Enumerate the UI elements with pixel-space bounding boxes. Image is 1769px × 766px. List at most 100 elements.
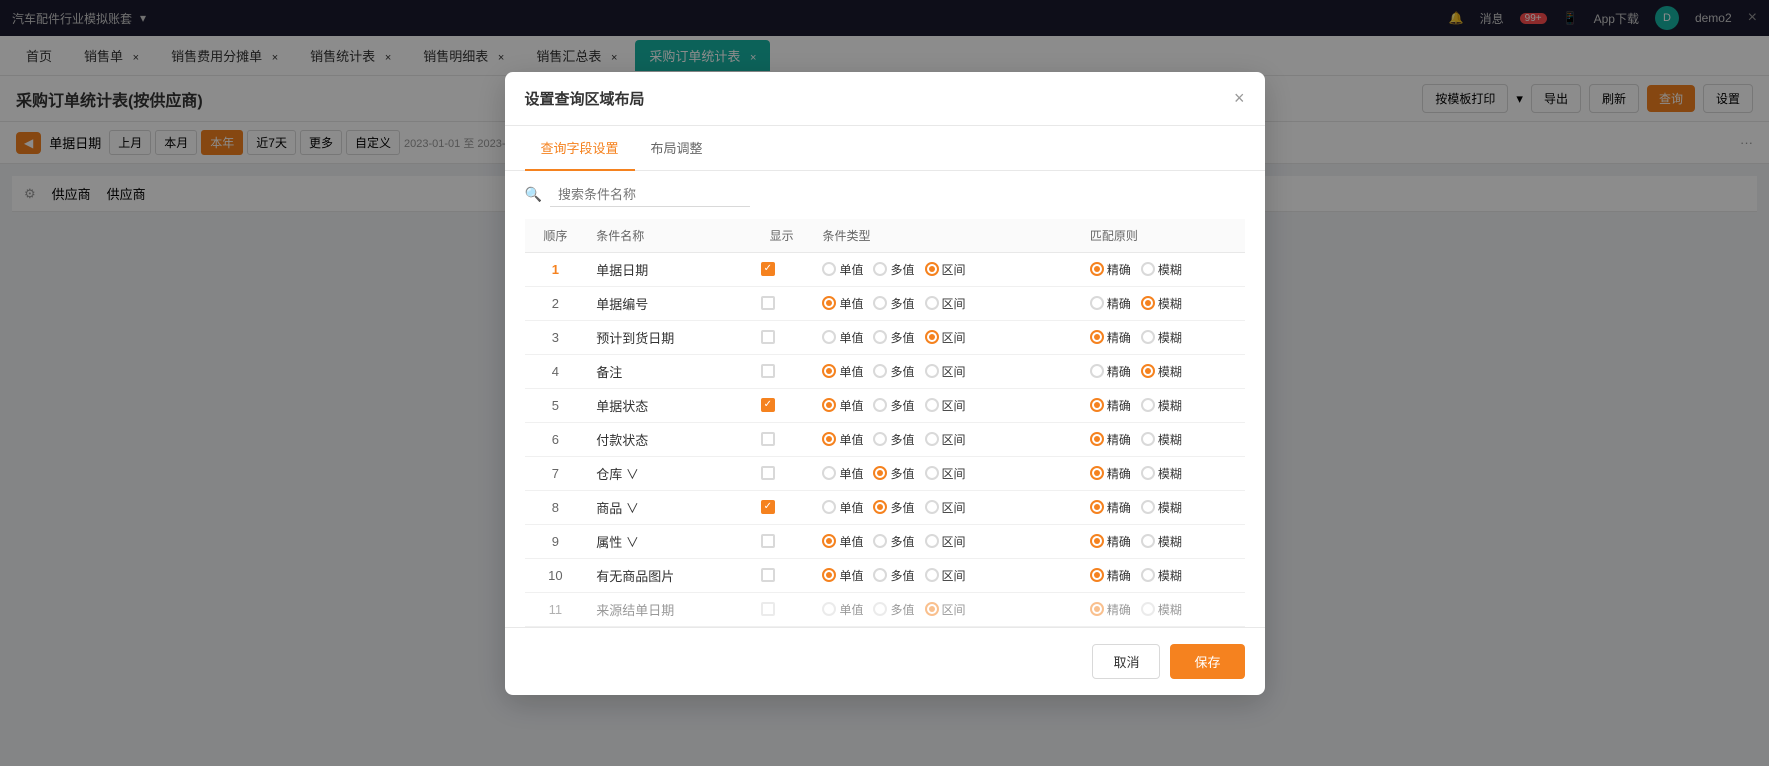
table-row: 4备注单值多值区间精确模糊 (525, 354, 1245, 388)
type-radio-label: 单值 (839, 533, 863, 550)
match-radio-1[interactable]: 模糊 (1141, 431, 1182, 448)
type-radio-1[interactable]: 多值 (873, 567, 914, 584)
type-radio-1[interactable]: 多值 (873, 499, 914, 516)
row-type: 单值多值区间 (812, 524, 1079, 558)
row-name: 单据状态 (586, 388, 751, 422)
type-radio-2[interactable]: 区间 (925, 397, 966, 414)
type-radio-0[interactable]: 单值 (822, 601, 863, 618)
match-radio-0[interactable]: 精确 (1090, 533, 1131, 550)
row-name: 来源结单日期 (586, 592, 751, 626)
row-display-checkbox[interactable] (761, 568, 775, 582)
type-radio-2[interactable]: 区间 (925, 363, 966, 380)
match-radio-label: 模糊 (1158, 261, 1182, 278)
type-radio-2[interactable]: 区间 (925, 499, 966, 516)
type-radio-label: 区间 (942, 465, 966, 482)
type-radio-1[interactable]: 多值 (873, 363, 914, 380)
dialog-close-icon[interactable]: × (1234, 89, 1245, 107)
row-type: 单值多值区间 (812, 558, 1079, 592)
dialog-tab-layout[interactable]: 布局调整 (635, 126, 719, 171)
match-radio-0[interactable]: 精确 (1090, 499, 1131, 516)
type-radio-1[interactable]: 多值 (873, 261, 914, 278)
match-radio-1[interactable]: 模糊 (1141, 601, 1182, 618)
type-radio-1[interactable]: 多值 (873, 465, 914, 482)
type-radio-2[interactable]: 区间 (925, 601, 966, 618)
row-display-checkbox[interactable] (761, 398, 775, 412)
type-radio-2[interactable]: 区间 (925, 261, 966, 278)
match-radio-0[interactable]: 精确 (1090, 601, 1131, 618)
type-radio-2[interactable]: 区间 (925, 295, 966, 312)
type-radio-2[interactable]: 区间 (925, 431, 966, 448)
type-radio-0[interactable]: 单值 (822, 533, 863, 550)
match-radio-1[interactable]: 模糊 (1141, 465, 1182, 482)
row-num: 1 (525, 252, 587, 286)
match-radio-0[interactable]: 精确 (1090, 465, 1131, 482)
type-radio-2[interactable]: 区间 (925, 533, 966, 550)
type-radio-0[interactable]: 单值 (822, 363, 863, 380)
row-num: 6 (525, 422, 587, 456)
row-display-checkbox[interactable] (761, 602, 775, 616)
match-radio-0[interactable]: 精确 (1090, 363, 1131, 380)
match-radio-1[interactable]: 模糊 (1141, 499, 1182, 516)
row-display-checkbox[interactable] (761, 432, 775, 446)
row-match: 精确模糊 (1080, 456, 1245, 490)
match-radio-1[interactable]: 模糊 (1141, 533, 1182, 550)
search-bar: 🔍 (505, 171, 1265, 219)
match-radio-0[interactable]: 精确 (1090, 431, 1131, 448)
match-radio-0[interactable]: 精确 (1090, 261, 1131, 278)
row-num: 11 (525, 592, 587, 626)
row-display-checkbox[interactable] (761, 364, 775, 378)
match-radio-label: 精确 (1107, 601, 1131, 618)
match-radio-1[interactable]: 模糊 (1141, 567, 1182, 584)
col-header-type: 条件类型 (812, 219, 1079, 253)
cancel-button[interactable]: 取消 (1092, 644, 1160, 679)
type-radio-2[interactable]: 区间 (925, 567, 966, 584)
type-radio-1[interactable]: 多值 (873, 295, 914, 312)
row-display-checkbox[interactable] (761, 500, 775, 514)
type-radio-1[interactable]: 多值 (873, 601, 914, 618)
match-radio-1[interactable]: 模糊 (1141, 363, 1182, 380)
type-radio-1[interactable]: 多值 (873, 431, 914, 448)
match-radio-0[interactable]: 精确 (1090, 397, 1131, 414)
type-radio-label: 单值 (839, 465, 863, 482)
save-button[interactable]: 保存 (1170, 644, 1244, 679)
type-radio-2[interactable]: 区间 (925, 329, 966, 346)
type-radio-0[interactable]: 单值 (822, 465, 863, 482)
match-radio-label: 模糊 (1158, 533, 1182, 550)
match-radio-0[interactable]: 精确 (1090, 567, 1131, 584)
dialog-tab-query-fields[interactable]: 查询字段设置 (525, 126, 635, 171)
match-radio-label: 模糊 (1158, 363, 1182, 380)
row-display-checkbox[interactable] (761, 330, 775, 344)
search-input[interactable] (550, 183, 750, 207)
match-radio-1[interactable]: 模糊 (1141, 397, 1182, 414)
row-display-checkbox[interactable] (761, 534, 775, 548)
dialog-tab-layout-label: 布局调整 (651, 141, 703, 156)
match-radio-1[interactable]: 模糊 (1141, 261, 1182, 278)
type-radio-0[interactable]: 单值 (822, 295, 863, 312)
type-radio-label: 区间 (942, 499, 966, 516)
match-radio-1[interactable]: 模糊 (1141, 329, 1182, 346)
type-radio-0[interactable]: 单值 (822, 397, 863, 414)
row-display-checkbox[interactable] (761, 466, 775, 480)
match-radio-0[interactable]: 精确 (1090, 295, 1131, 312)
type-radio-0[interactable]: 单值 (822, 261, 863, 278)
type-radio-0[interactable]: 单值 (822, 499, 863, 516)
type-radio-0[interactable]: 单值 (822, 329, 863, 346)
type-radio-1[interactable]: 多值 (873, 329, 914, 346)
row-display-checkbox[interactable] (761, 262, 775, 276)
row-type: 单值多值区间 (812, 388, 1079, 422)
table-row: 11来源结单日期 单值多值区间 精确模糊 (525, 592, 1245, 626)
type-radio-label: 多值 (890, 261, 914, 278)
type-radio-1[interactable]: 多值 (873, 533, 914, 550)
match-radio-0[interactable]: 精确 (1090, 329, 1131, 346)
row-name: 商品 ∨ (586, 490, 751, 524)
type-radio-0[interactable]: 单值 (822, 567, 863, 584)
dialog-footer: 取消 保存 (505, 627, 1265, 695)
match-radio-1[interactable]: 模糊 (1141, 295, 1182, 312)
table-row: 1单据日期单值多值区间精确模糊 (525, 252, 1245, 286)
row-display-checkbox[interactable] (761, 296, 775, 310)
row-name: 属性 ∨ (586, 524, 751, 558)
type-radio-1[interactable]: 多值 (873, 397, 914, 414)
type-radio-2[interactable]: 区间 (925, 465, 966, 482)
type-radio-0[interactable]: 单值 (822, 431, 863, 448)
type-radio-label: 单值 (839, 397, 863, 414)
